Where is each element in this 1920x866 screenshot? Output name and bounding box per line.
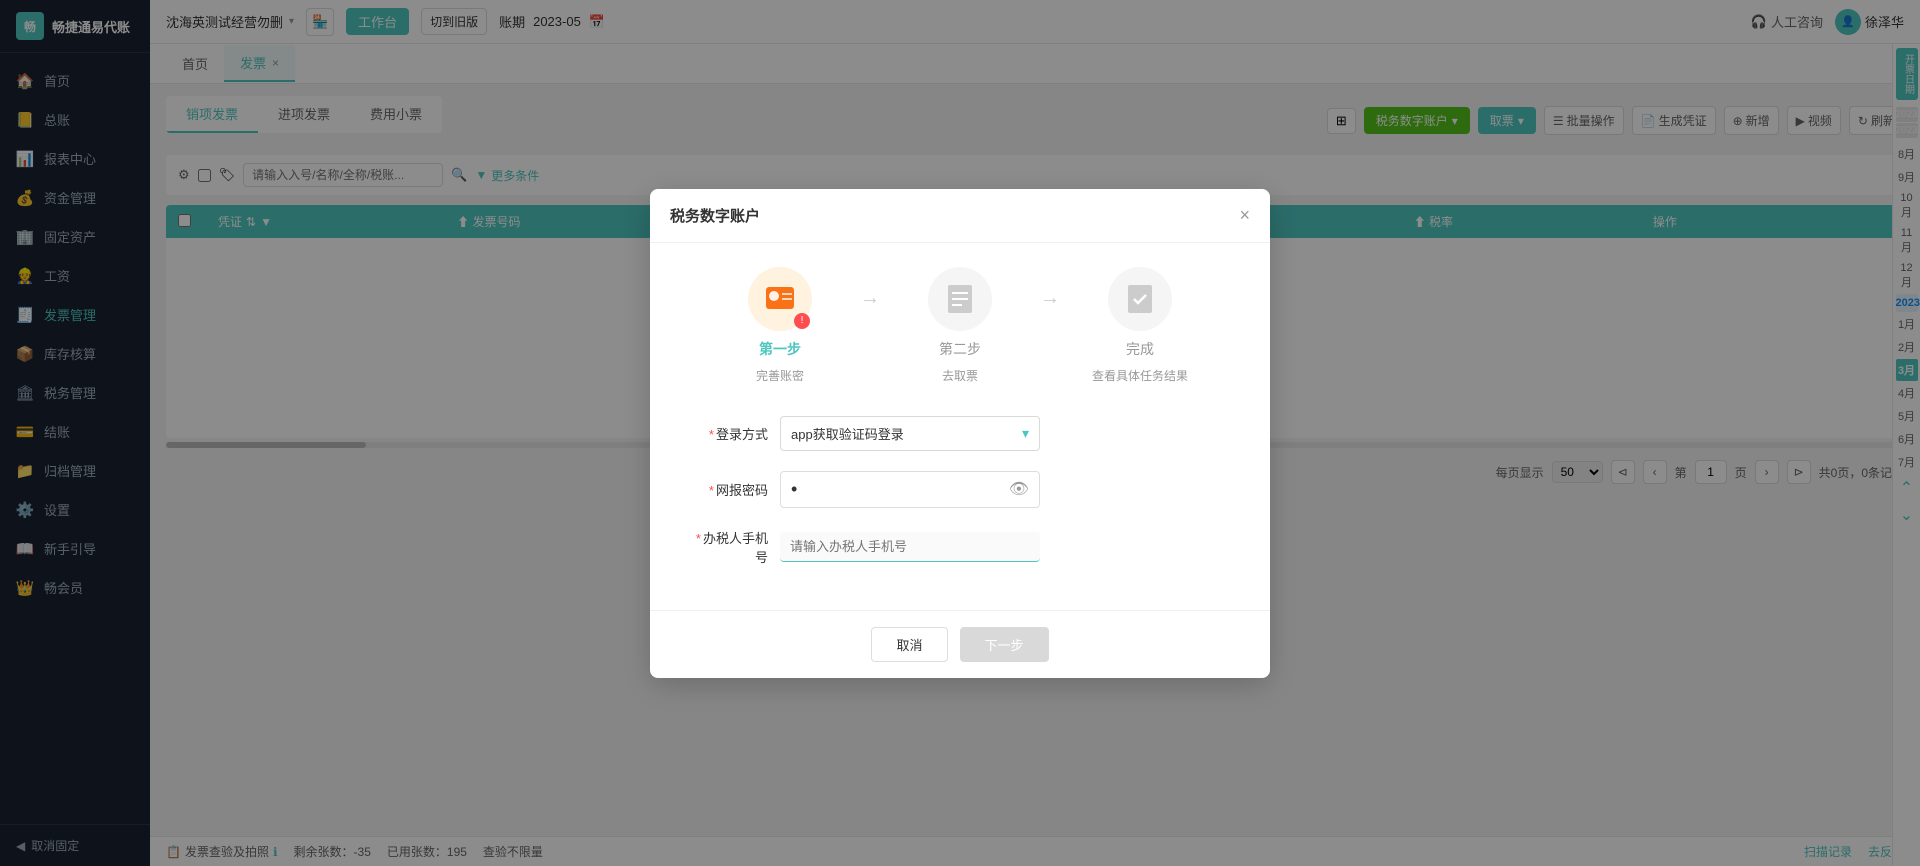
step-1-icon [762,281,798,317]
dialog-body: ! 第一步 完善账密 → [650,243,1270,610]
login-method-value: app获取验证码登录 [791,424,904,443]
dialog-close-button[interactable]: × [1239,206,1250,224]
step-arrow-2: → [1020,267,1080,310]
step-3-label: 完成 [1126,339,1154,359]
step-3-icon [1122,281,1158,317]
step-1: ! 第一步 完善账密 [720,267,840,384]
password-field: 网报密码 • 👁 [690,471,1230,508]
step-1-label: 第一步 [759,339,801,359]
next-step-button[interactable]: 下一步 [960,627,1049,662]
select-arrow-icon: ▾ [1022,425,1029,442]
step-arrow-1: → [840,267,900,310]
step-2-icon [942,281,978,317]
login-method-field: 登录方式 app获取验证码登录 ▾ [690,416,1230,451]
step-3: 完成 查看具体任务结果 [1080,267,1200,384]
dialog-title: 税务数字账户 [670,205,760,226]
phone-label: 办税人手机号 [690,528,780,566]
step-2-label: 第二步 [939,339,981,359]
step-2-icon-wrap [928,267,992,331]
dialog-footer: 取消 下一步 [650,610,1270,678]
password-input-wrap: • 👁 [780,471,1040,508]
tax-digital-dialog: 税务数字账户 × [650,189,1270,678]
phone-input[interactable] [780,532,1040,562]
login-method-select[interactable]: app获取验证码登录 ▾ [780,416,1040,451]
step-3-icon-wrap [1108,267,1172,331]
password-label: 网报密码 [690,480,780,499]
step-1-badge: ! [794,313,810,329]
dialog-form: 登录方式 app获取验证码登录 ▾ 网报密码 • 👁 [690,416,1230,566]
cancel-button[interactable]: 取消 [871,627,947,662]
step-1-desc: 完善账密 [756,367,804,384]
dialog-header: 税务数字账户 × [650,189,1270,243]
step-2-desc: 去取票 [942,367,978,384]
step-2: 第二步 去取票 [900,267,1020,384]
password-dots: • [791,479,799,500]
step-3-desc: 查看具体任务结果 [1092,367,1188,384]
phone-field: 办税人手机号 [690,528,1230,566]
modal-overlay: 税务数字账户 × [0,0,1920,866]
step-1-icon-wrap: ! [748,267,812,331]
toggle-password-icon[interactable]: 👁 [1009,479,1029,499]
steps-indicator: ! 第一步 完善账密 → [690,267,1230,384]
login-method-label: 登录方式 [690,424,780,443]
